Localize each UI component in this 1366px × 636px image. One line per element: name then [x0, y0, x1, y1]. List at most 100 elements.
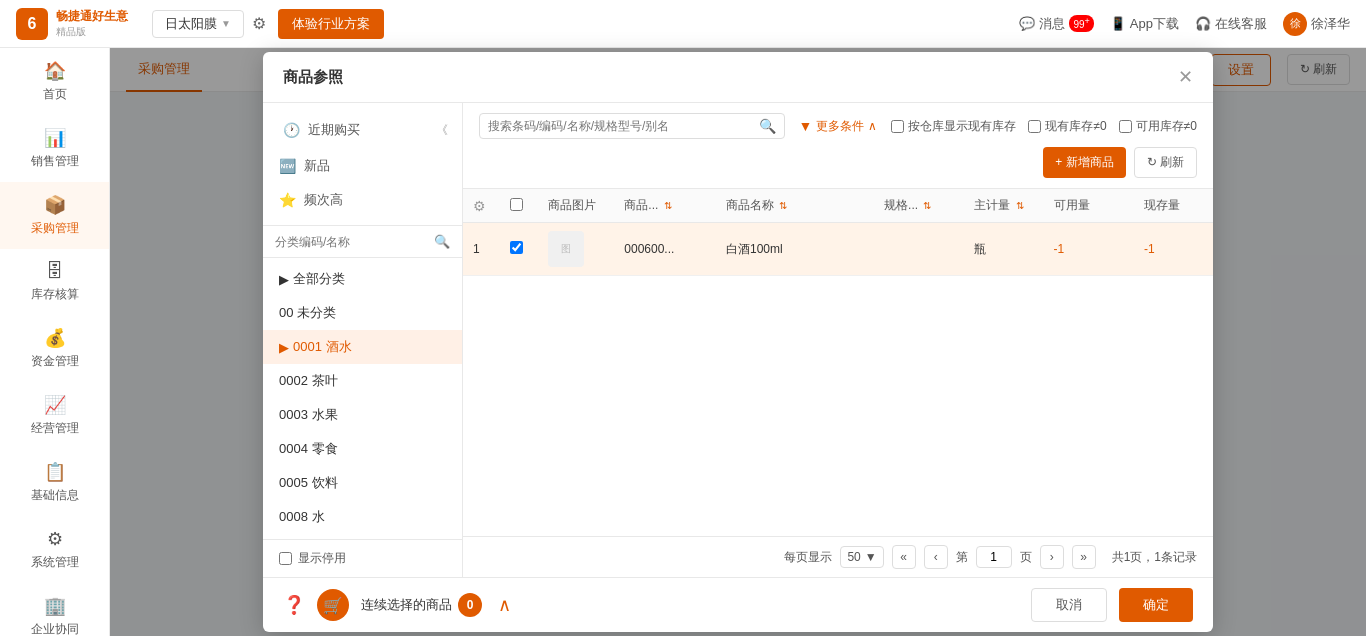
enterprise-icon: 🏢 — [44, 595, 66, 617]
show-disabled-label[interactable]: 显示停用 — [298, 550, 346, 567]
th-product-code[interactable]: 商品... ⇅ — [614, 189, 716, 223]
product-search-input[interactable] — [488, 119, 755, 133]
row-checkbox[interactable] — [510, 241, 523, 254]
collapse-footer-button[interactable]: ∧ — [498, 594, 511, 616]
logo-icon: 6 — [16, 8, 48, 40]
user-nav-item[interactable]: 徐 徐泽华 — [1283, 12, 1350, 36]
row-spec — [874, 223, 964, 276]
nav-right: 💬 消息 99+ 📱 App下载 🎧 在线客服 徐 徐泽华 — [1019, 12, 1350, 36]
sidebar-item-finance[interactable]: 💰 资金管理 — [0, 315, 109, 382]
modal-close-button[interactable]: ✕ — [1178, 66, 1193, 88]
selected-info: 连续选择的商品 0 — [361, 593, 482, 617]
row-stock: -1 — [1134, 223, 1213, 276]
page-number-input[interactable] — [976, 546, 1012, 568]
sidebar-label: 企业协同 — [31, 621, 79, 636]
sidebar-label: 库存核算 — [31, 286, 79, 303]
category-search-icon[interactable]: 🔍 — [434, 234, 450, 249]
warehouse-filter-checkbox[interactable] — [891, 120, 904, 133]
confirm-button[interactable]: 确定 — [1119, 588, 1193, 622]
logo-text: 畅捷通好生意 精品版 — [56, 8, 128, 39]
cat-item-all[interactable]: ▶ 全部分类 — [263, 262, 462, 296]
cat-item-0008[interactable]: 0008 水 — [263, 500, 462, 534]
page-next-button[interactable]: › — [1040, 545, 1064, 569]
th-checkbox — [500, 189, 537, 223]
cat-item-0004[interactable]: 0004 零食 — [263, 432, 462, 466]
add-product-button[interactable]: + 新增商品 — [1043, 147, 1125, 178]
online-service-nav-item[interactable]: 🎧 在线客服 — [1195, 15, 1267, 33]
gear-icon[interactable]: ⚙ — [252, 14, 266, 33]
select-arrow-icon: ▼ — [865, 550, 877, 564]
page-last-button[interactable]: » — [1072, 545, 1096, 569]
main-layout: 🏠 首页 📊 销售管理 📦 采购管理 🗄 库存核算 💰 资金管理 📈 经营管理 … — [0, 48, 1366, 636]
cat-item-00[interactable]: 00 未分类 — [263, 296, 462, 330]
quick-link-new[interactable]: 🆕 新品 — [263, 149, 462, 183]
cat-item-0001[interactable]: ▶ 0001 酒水 — [263, 330, 462, 364]
cancel-button[interactable]: 取消 — [1031, 588, 1107, 622]
cat-item-0003[interactable]: 0003 水果 — [263, 398, 462, 432]
page-first-button[interactable]: « — [892, 545, 916, 569]
product-search-input-wrap: 🔍 — [479, 113, 785, 139]
table-row[interactable]: 1 图 000600... 白酒100ml — [463, 223, 1213, 276]
modal-refresh-button[interactable]: ↻ 刷新 — [1134, 147, 1197, 178]
sidebar-item-basic-info[interactable]: 📋 基础信息 — [0, 449, 109, 516]
th-product-name[interactable]: 商品名称 ⇅ — [716, 189, 874, 223]
table-settings-button[interactable]: ⚙ — [473, 198, 486, 214]
row-img-cell: 图 — [538, 223, 615, 276]
product-table-wrap: ⚙ 商品图片 — [463, 189, 1213, 536]
sidebar-item-inventory[interactable]: 🗄 库存核算 — [0, 249, 109, 315]
trial-button[interactable]: 体验行业方案 — [278, 9, 384, 39]
sidebar-label: 基础信息 — [31, 487, 79, 504]
product-table: ⚙ 商品图片 — [463, 189, 1213, 276]
quick-links: 🕐 近期购买 《 🆕 新品 ⭐ 频次高 — [263, 103, 462, 226]
more-filter-button[interactable]: ▼ 更多条件 ∧ — [793, 114, 884, 139]
nav-selector[interactable]: 日太阳膜 ▼ — [152, 10, 244, 38]
row-name: 白酒100ml — [716, 223, 874, 276]
sidebar-item-system[interactable]: ⚙ 系统管理 — [0, 516, 109, 583]
inventory-icon: 🗄 — [46, 261, 64, 282]
app-download-nav-item[interactable]: 📱 App下载 — [1110, 15, 1179, 33]
sidebar-item-operations[interactable]: 📈 经营管理 — [0, 382, 109, 449]
footer-action-buttons: 取消 确定 — [1031, 588, 1193, 622]
select-all-checkbox[interactable] — [510, 198, 523, 211]
cat-item-0002[interactable]: 0002 茶叶 — [263, 364, 462, 398]
show-disabled-checkbox[interactable] — [279, 552, 292, 565]
product-image: 图 — [548, 231, 584, 267]
usable-filter-checkbox[interactable] — [1119, 120, 1132, 133]
category-search: 🔍 — [263, 226, 462, 258]
th-product-image: 商品图片 — [538, 189, 615, 223]
category-search-input[interactable] — [275, 235, 428, 249]
quick-link-frequent[interactable]: ⭐ 频次高 — [263, 183, 462, 217]
usable-filter-label[interactable]: 可用库存≠0 — [1119, 118, 1197, 135]
th-available: 可用量 — [1044, 189, 1134, 223]
collapse-left-button[interactable]: 《 — [430, 118, 454, 142]
help-icon[interactable]: ❓ — [283, 594, 305, 616]
product-reference-modal: 商品参照 ✕ 🕐 近期购买 《 — [263, 52, 1213, 632]
page-prev-button[interactable]: ‹ — [924, 545, 948, 569]
th-unit[interactable]: 主计量 ⇅ — [964, 189, 1043, 223]
sidebar-label: 采购管理 — [31, 220, 79, 237]
sort-code-icon: ⇅ — [664, 200, 672, 211]
cat-item-0005[interactable]: 0005 饮料 — [263, 466, 462, 500]
available-filter-label[interactable]: 现有库存≠0 — [1028, 118, 1106, 135]
filter-icon: ▼ — [799, 118, 813, 134]
messages-nav-item[interactable]: 💬 消息 99+ — [1019, 15, 1093, 33]
warehouse-filter-label[interactable]: 按仓库显示现有库存 — [891, 118, 1016, 135]
sidebar-item-sales[interactable]: 📊 销售管理 — [0, 115, 109, 182]
sidebar-item-home[interactable]: 🏠 首页 — [0, 48, 109, 115]
per-page-select[interactable]: 50 ▼ — [840, 546, 883, 568]
sidebar-label: 经营管理 — [31, 420, 79, 437]
sidebar-item-purchase[interactable]: 📦 采购管理 — [0, 182, 109, 249]
message-icon: 💬 — [1019, 16, 1035, 31]
sort-name-icon: ⇅ — [779, 200, 787, 211]
cart-icon[interactable]: 🛒 — [317, 589, 349, 621]
content-area: 采购管理 查询 设置 ↻ 刷新 商品参照 ✕ — [110, 48, 1366, 636]
th-spec[interactable]: 规格... ⇅ — [874, 189, 964, 223]
finance-icon: 💰 — [44, 327, 66, 349]
logo-area: 6 畅捷通好生意 精品版 — [16, 8, 136, 40]
available-filter-checkbox[interactable] — [1028, 120, 1041, 133]
search-icon[interactable]: 🔍 — [759, 118, 776, 134]
sidebar-item-enterprise[interactable]: 🏢 企业协同 — [0, 583, 109, 636]
quick-link-recent[interactable]: 🕐 近期购买 — [279, 115, 430, 145]
operations-icon: 📈 — [44, 394, 66, 416]
selected-count-badge: 0 — [458, 593, 482, 617]
